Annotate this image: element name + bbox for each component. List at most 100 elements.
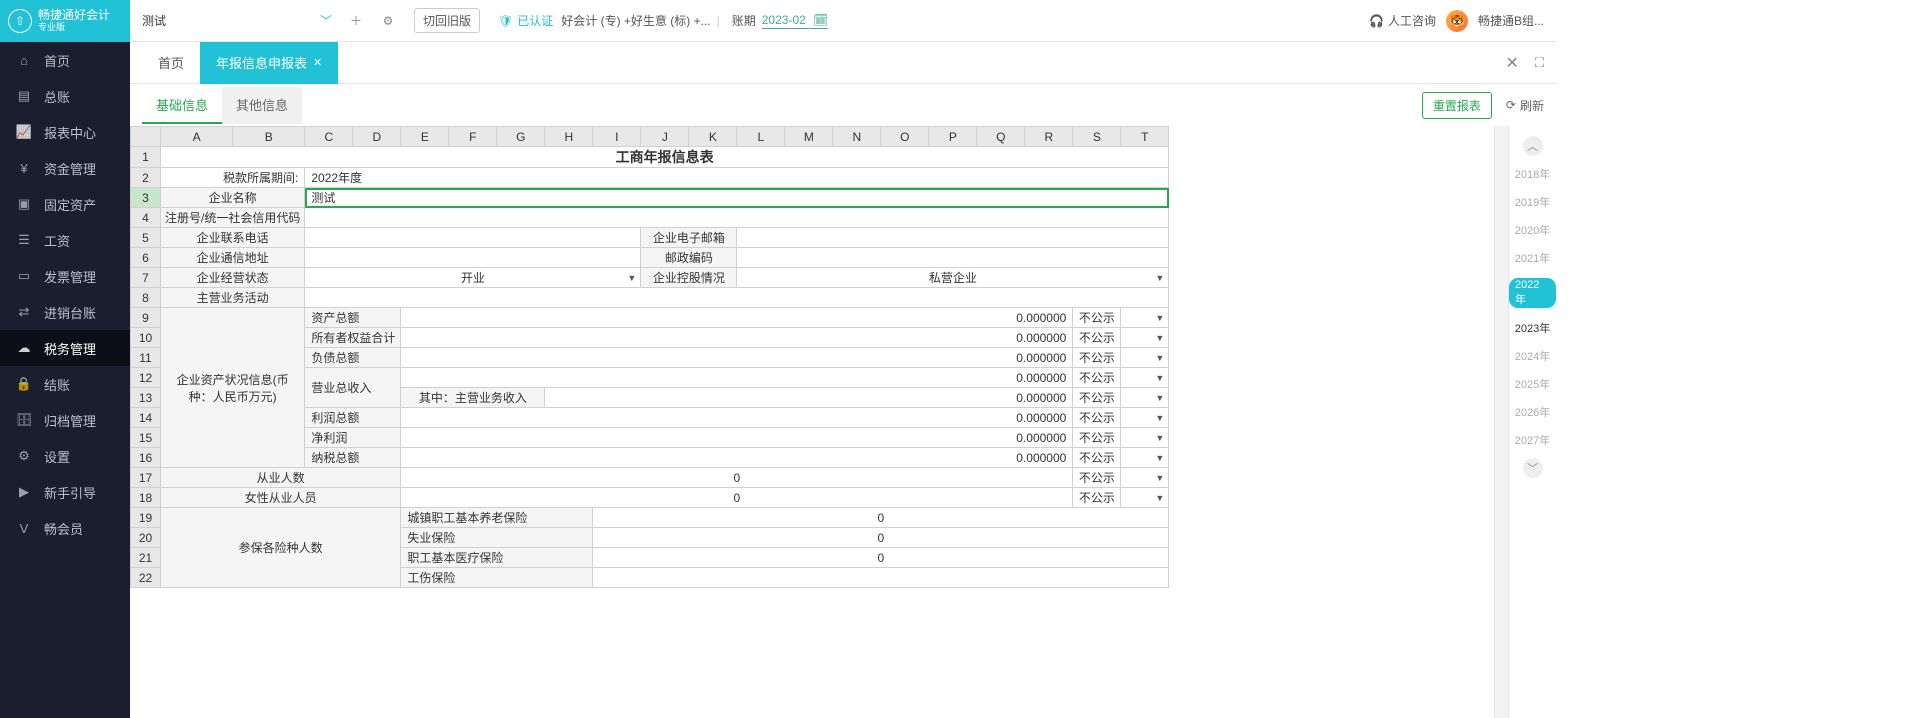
status-select[interactable]: 开业▼ bbox=[305, 268, 641, 288]
row-18[interactable]: 18 bbox=[131, 488, 161, 508]
inner-tab-basic[interactable]: 基础信息 bbox=[142, 87, 222, 124]
r11-label[interactable]: 负债总额 bbox=[305, 348, 401, 368]
r11-pub[interactable]: 不公示 bbox=[1073, 348, 1121, 368]
expand-icon[interactable]: ⛶ bbox=[1535, 55, 1544, 71]
r13-dd[interactable]: ▼ bbox=[1121, 388, 1169, 408]
asset-group-label[interactable]: 企业资产状况信息(币种：人民币万元) bbox=[161, 308, 305, 468]
address-label[interactable]: 企业通信地址 bbox=[161, 248, 305, 268]
col-D[interactable]: D bbox=[353, 127, 401, 147]
company-name-label[interactable]: 企业名称 bbox=[161, 188, 305, 208]
row-8[interactable]: 8 bbox=[131, 288, 161, 308]
year-2021[interactable]: 2021年 bbox=[1515, 250, 1550, 266]
col-M[interactable]: M bbox=[785, 127, 833, 147]
tab-annual-report[interactable]: 年报信息申报表 ✕ bbox=[200, 42, 338, 84]
reg-code-label[interactable]: 注册号/统一社会信用代码 bbox=[161, 208, 305, 228]
r9-dd[interactable]: ▼ bbox=[1121, 308, 1169, 328]
main-biz-value[interactable] bbox=[305, 288, 1169, 308]
holding-label[interactable]: 企业控股情况 bbox=[641, 268, 737, 288]
add-button[interactable]: ＋ bbox=[344, 9, 368, 33]
address-value[interactable] bbox=[305, 248, 641, 268]
sidebar-item-tax[interactable]: ☁税务管理 bbox=[0, 330, 130, 366]
row-5[interactable]: 5 bbox=[131, 228, 161, 248]
vertical-scrollbar[interactable] bbox=[1494, 126, 1508, 718]
period-label-cell[interactable]: 税款所属期间: bbox=[161, 168, 305, 188]
r10-pub[interactable]: 不公示 bbox=[1073, 328, 1121, 348]
r10-dd[interactable]: ▼ bbox=[1121, 328, 1169, 348]
col-F[interactable]: F bbox=[449, 127, 497, 147]
year-2026[interactable]: 2026年 bbox=[1515, 404, 1550, 420]
r18-dd[interactable]: ▼ bbox=[1121, 488, 1169, 508]
row-13[interactable]: 13 bbox=[131, 388, 161, 408]
r19-val[interactable]: 0 bbox=[593, 508, 1169, 528]
status-label[interactable]: 企业经营状态 bbox=[161, 268, 305, 288]
agent-button[interactable]: 🎧 人工咨询 bbox=[1369, 12, 1436, 29]
row-1[interactable]: 1 bbox=[131, 147, 161, 168]
email-label[interactable]: 企业电子邮箱 bbox=[641, 228, 737, 248]
reset-button[interactable]: 重置报表 bbox=[1422, 92, 1492, 119]
r11-val[interactable]: 0.000000 bbox=[401, 348, 1073, 368]
row-10[interactable]: 10 bbox=[131, 328, 161, 348]
r18-val[interactable]: 0 bbox=[401, 488, 1073, 508]
r14-val[interactable]: 0.000000 bbox=[401, 408, 1073, 428]
col-I[interactable]: I bbox=[593, 127, 641, 147]
sidebar-item-member[interactable]: V畅会员 bbox=[0, 510, 130, 546]
reg-code-value[interactable] bbox=[305, 208, 1169, 228]
period-selector[interactable]: 2023-02 🗓 bbox=[762, 13, 829, 29]
close-panel-button[interactable]: ✕ bbox=[1501, 49, 1522, 77]
col-K[interactable]: K bbox=[689, 127, 737, 147]
r12-pub[interactable]: 不公示 bbox=[1073, 368, 1121, 388]
row-12[interactable]: 12 bbox=[131, 368, 161, 388]
r12-dd[interactable]: ▼ bbox=[1121, 368, 1169, 388]
col-O[interactable]: O bbox=[881, 127, 929, 147]
row-11[interactable]: 11 bbox=[131, 348, 161, 368]
company-selector[interactable]: 测试 ﹀ bbox=[142, 12, 332, 29]
sheet-title[interactable]: 工商年报信息表 bbox=[161, 147, 1169, 168]
col-L[interactable]: L bbox=[737, 127, 785, 147]
r14-pub[interactable]: 不公示 bbox=[1073, 408, 1121, 428]
r13-val[interactable]: 0.000000 bbox=[545, 388, 1073, 408]
old-version-button[interactable]: 切回旧版 bbox=[414, 8, 480, 33]
corner-cell[interactable] bbox=[131, 127, 161, 147]
row-4[interactable]: 4 bbox=[131, 208, 161, 228]
year-2020[interactable]: 2020年 bbox=[1515, 222, 1550, 238]
refresh-button[interactable]: ⟳ 刷新 bbox=[1506, 97, 1544, 114]
r17-val[interactable]: 0 bbox=[401, 468, 1073, 488]
year-down-button[interactable]: ﹀ bbox=[1523, 458, 1543, 478]
row-6[interactable]: 6 bbox=[131, 248, 161, 268]
r22-label[interactable]: 工伤保险 bbox=[401, 568, 593, 588]
r14-dd[interactable]: ▼ bbox=[1121, 408, 1169, 428]
col-J[interactable]: J bbox=[641, 127, 689, 147]
email-value[interactable] bbox=[737, 228, 1169, 248]
row-2[interactable]: 2 bbox=[131, 168, 161, 188]
row-21[interactable]: 21 bbox=[131, 548, 161, 568]
r16-label[interactable]: 纳税总额 bbox=[305, 448, 401, 468]
r18-pub[interactable]: 不公示 bbox=[1073, 488, 1121, 508]
insure-group-label[interactable]: 参保各险种人数 bbox=[161, 508, 401, 588]
sidebar-item-close[interactable]: 🔒结账 bbox=[0, 366, 130, 402]
year-2019[interactable]: 2019年 bbox=[1515, 194, 1550, 210]
r14-label[interactable]: 利润总额 bbox=[305, 408, 401, 428]
col-B[interactable]: B bbox=[233, 127, 305, 147]
col-R[interactable]: R bbox=[1025, 127, 1073, 147]
r10-val[interactable]: 0.000000 bbox=[401, 328, 1073, 348]
r9-val[interactable]: 0.000000 bbox=[401, 308, 1073, 328]
col-H[interactable]: H bbox=[545, 127, 593, 147]
r17-label[interactable]: 从业人数 bbox=[161, 468, 401, 488]
sidebar-item-inventory[interactable]: ⇄进销台账 bbox=[0, 294, 130, 330]
sidebar-item-fixed-assets[interactable]: ▣固定资产 bbox=[0, 186, 130, 222]
settings-button[interactable]: ⚙ bbox=[376, 9, 400, 33]
col-E[interactable]: E bbox=[401, 127, 449, 147]
row-9[interactable]: 9 bbox=[131, 308, 161, 328]
year-2023[interactable]: 2023年 bbox=[1515, 320, 1550, 336]
r9-pub[interactable]: 不公示 bbox=[1073, 308, 1121, 328]
row-19[interactable]: 19 bbox=[131, 508, 161, 528]
col-S[interactable]: S bbox=[1073, 127, 1121, 147]
r11-dd[interactable]: ▼ bbox=[1121, 348, 1169, 368]
row-16[interactable]: 16 bbox=[131, 448, 161, 468]
r20-label[interactable]: 失业保险 bbox=[401, 528, 593, 548]
year-up-button[interactable]: ︿ bbox=[1523, 136, 1543, 156]
r13-pub[interactable]: 不公示 bbox=[1073, 388, 1121, 408]
inner-tab-other[interactable]: 其他信息 bbox=[222, 87, 302, 124]
sidebar-item-invoice[interactable]: ▭发票管理 bbox=[0, 258, 130, 294]
sidebar-item-ledger[interactable]: ▤总账 bbox=[0, 78, 130, 114]
